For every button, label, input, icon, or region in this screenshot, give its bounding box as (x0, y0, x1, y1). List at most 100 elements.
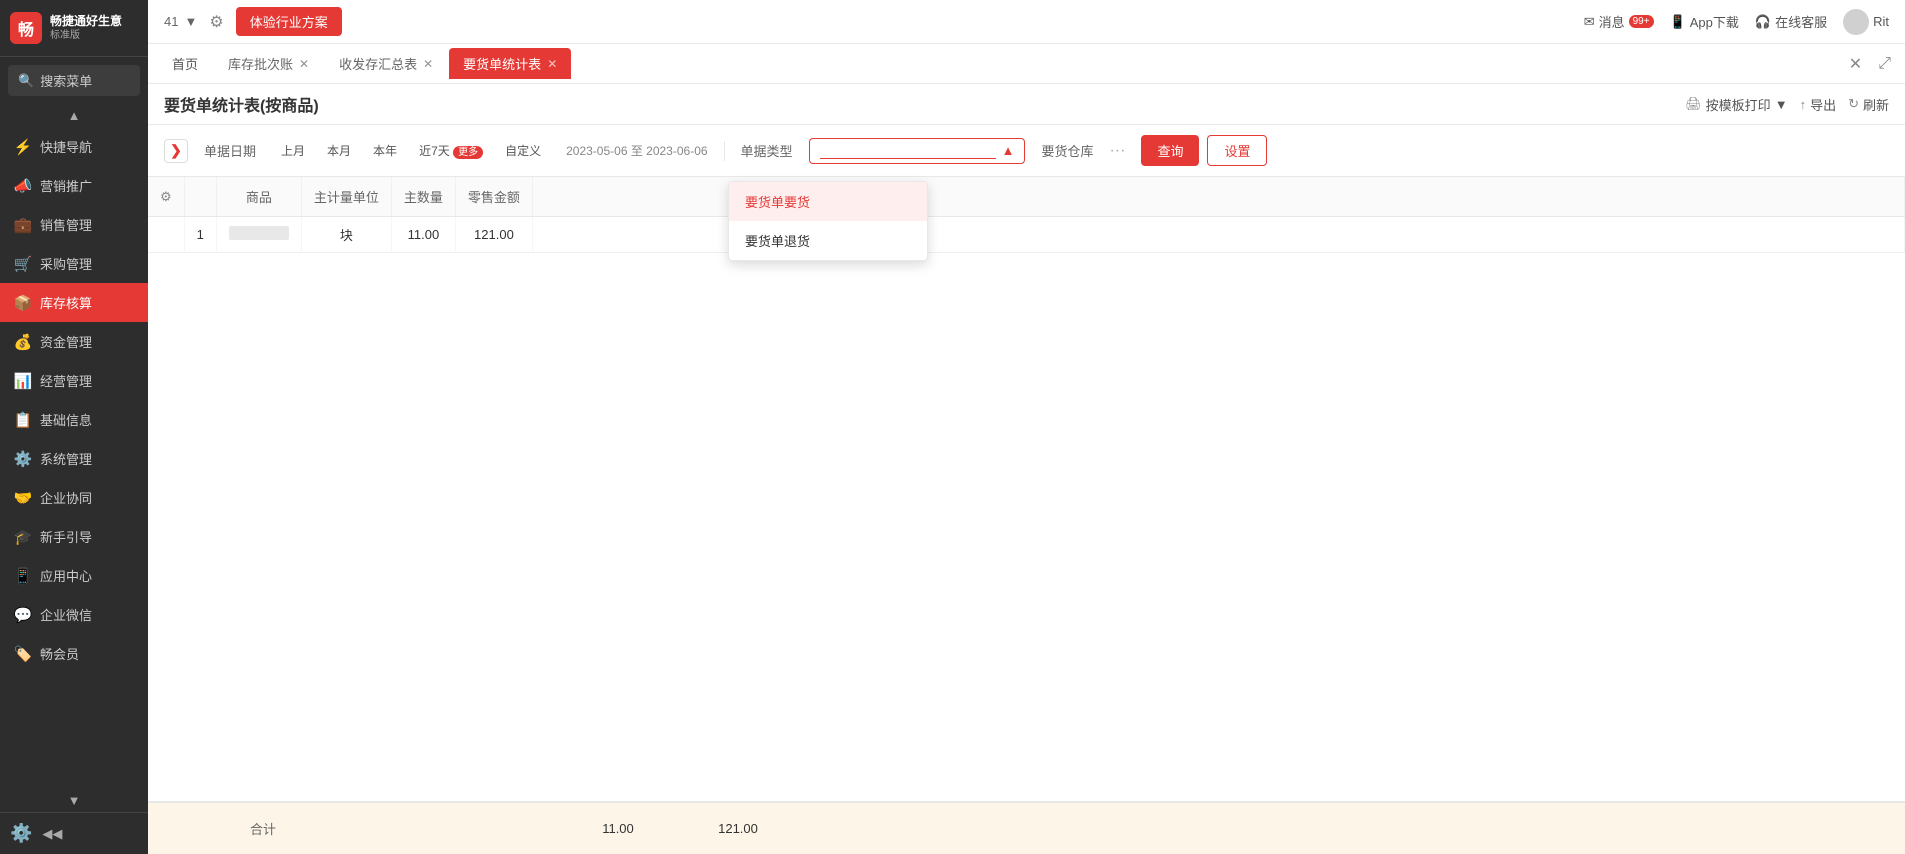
company-dropdown-icon: ▼ (184, 14, 197, 29)
search-menu-label: 搜索菜单 (40, 71, 92, 90)
tab-batch-account-label: 库存批次账 (228, 54, 293, 73)
sidebar-search-area: 🔍 搜索菜单 (0, 57, 148, 104)
col-goods: 商品 (216, 177, 301, 217)
sidebar-item-app-center[interactable]: 📱 应用中心 (0, 556, 148, 595)
sidebar-item-inventory[interactable]: 📦 库存核算 (0, 283, 148, 322)
online-service-label: 在线客服 (1775, 12, 1827, 31)
column-settings-icon[interactable]: ⚙ (160, 189, 172, 204)
app-download-btn[interactable]: 📱 App下载 (1670, 12, 1739, 31)
date-btn-prev[interactable]: 上月 (272, 138, 314, 163)
tab-receivable-summary[interactable]: 收发存汇总表 ✕ (325, 48, 447, 79)
print-icon: 🖨 (1685, 96, 1702, 112)
sidebar-item-marketing[interactable]: 📣 营销推广 (0, 166, 148, 205)
tab-receivable-close[interactable]: ✕ (423, 58, 433, 70)
table-area: ⚙ 商品 主计量单位 主数量 零售金额 1 (148, 177, 1905, 801)
sidebar-item-sales[interactable]: 💼 销售管理 (0, 205, 148, 244)
tab-batch-account-close[interactable]: ✕ (299, 58, 309, 70)
operations-label: 经营管理 (40, 371, 92, 390)
filter-expand-btn[interactable]: ❯ (164, 139, 188, 163)
sidebar-item-wechat[interactable]: 💬 企业微信 (0, 595, 148, 634)
enterprise-label: 企业协同 (40, 488, 92, 507)
enterprise-icon: 🤝 (14, 489, 32, 507)
type-select-input[interactable] (820, 143, 996, 159)
marketing-label: 营销推广 (40, 176, 92, 195)
tab-window-controls: ✕ ⤢ (1845, 50, 1895, 78)
sales-label: 销售管理 (40, 215, 92, 234)
phone-icon: 📱 (1670, 14, 1686, 30)
settings-footer-icon[interactable]: ⚙️ (10, 823, 32, 844)
footer-unit-cell (438, 823, 558, 835)
message-icon: ✉ (1584, 14, 1595, 30)
quick-nav-icon: ⚡ (14, 138, 32, 156)
print-btn[interactable]: 🖨 按模板打印 ▼ (1685, 95, 1787, 114)
sidebar-logo: 畅 畅捷通好生意 标准版 (0, 0, 148, 57)
footer-quantity-cell: 11.00 (558, 815, 678, 842)
export-btn[interactable]: ↑ 导出 (1800, 95, 1837, 114)
dropdown-item-order-goods[interactable]: 要货单要货 (729, 182, 927, 221)
tab-home[interactable]: 首页 (158, 48, 212, 79)
refresh-btn[interactable]: ↻ 刷新 (1848, 95, 1889, 114)
page-title: 要货单统计表(按商品) (164, 92, 319, 116)
search-menu-button[interactable]: 🔍 搜索菜单 (8, 65, 140, 96)
trial-btn[interactable]: 体验行业方案 (236, 7, 342, 36)
messages-btn[interactable]: ✉ 消息 99+ (1584, 12, 1654, 31)
dropdown-item-order-return[interactable]: 要货单退货 (729, 221, 927, 260)
avatar (1843, 9, 1869, 35)
sidebar-item-enterprise[interactable]: 🤝 企业协同 (0, 478, 148, 517)
header-left: 41 ▼ ⚙ 体验行业方案 (164, 7, 342, 36)
collapse-sidebar-btn[interactable]: ◀◀ (42, 826, 62, 842)
company-num-label: 41 (164, 14, 178, 29)
toolbar-actions: 🖨 按模板打印 ▼ ↑ 导出 ↻ 刷新 (1685, 95, 1889, 114)
tab-order-summary[interactable]: 要货单统计表 ✕ (449, 48, 571, 79)
row-unit: 块 (301, 217, 391, 253)
row-goods (216, 217, 301, 253)
date-btn-custom[interactable]: 自定义 (496, 138, 550, 163)
online-service-btn[interactable]: 🎧 在线客服 (1755, 12, 1827, 31)
search-icon: 🔍 (18, 73, 34, 89)
tab-maximize-btn[interactable]: ⤢ (1874, 51, 1895, 77)
sidebar-item-purchase[interactable]: 🛒 采购管理 (0, 244, 148, 283)
date-btn-year[interactable]: 本年 (364, 138, 406, 163)
footer-total-amount: 121.00 (718, 821, 758, 836)
header-settings-btn[interactable]: ⚙ (209, 12, 223, 32)
sidebar-item-system[interactable]: ⚙️ 系统管理 (0, 439, 148, 478)
type-select[interactable]: ▲ (809, 138, 1026, 164)
date-btns: 上月 本月 本年 近7天 更多 自定义 (272, 138, 550, 163)
print-dropdown-icon: ▼ (1775, 97, 1788, 112)
filter-more-btn[interactable]: ··· (1109, 142, 1125, 160)
tab-batch-account[interactable]: 库存批次账 ✕ (214, 48, 323, 79)
col-settings: ⚙ (148, 177, 184, 217)
table-footer: 合计 11.00 121.00 (148, 801, 1905, 854)
footer-amount-cell: 121.00 (678, 815, 798, 842)
messages-badge: 99+ (1629, 15, 1654, 28)
sidebar-item-member[interactable]: 🏷️ 畅会员 (0, 634, 148, 673)
sidebar-scroll-down[interactable]: ▼ (0, 789, 148, 812)
print-label: 按模板打印 (1706, 95, 1771, 114)
sidebar-item-operations[interactable]: 📊 经营管理 (0, 361, 148, 400)
member-label: 畅会员 (40, 644, 79, 663)
sidebar-item-basic-info[interactable]: 📋 基础信息 (0, 400, 148, 439)
row-settings (148, 217, 184, 253)
purchase-label: 采购管理 (40, 254, 92, 273)
blurred-goods (229, 226, 289, 240)
logo-icon: 畅 (10, 12, 42, 44)
page-toolbar: 要货单统计表(按商品) 🖨 按模板打印 ▼ ↑ 导出 ↻ 刷新 (148, 84, 1905, 125)
company-selector[interactable]: 41 ▼ (164, 14, 197, 29)
tab-close-all-btn[interactable]: ✕ (1845, 50, 1866, 78)
inventory-icon: 📦 (14, 294, 32, 312)
type-select-arrow-icon: ▲ (1002, 143, 1015, 158)
sidebar-scroll-up[interactable]: ▲ (0, 104, 148, 127)
user-area[interactable]: Rit (1843, 9, 1889, 35)
sidebar-item-quick-nav[interactable]: ⚡ 快捷导航 (0, 127, 148, 166)
query-button[interactable]: 查询 (1141, 135, 1199, 166)
basic-info-label: 基础信息 (40, 410, 92, 429)
tab-order-summary-close[interactable]: ✕ (547, 58, 557, 70)
sidebar-item-finance[interactable]: 💰 资金管理 (0, 322, 148, 361)
app-download-label: App下载 (1690, 12, 1739, 31)
date-btn-current[interactable]: 本月 (318, 138, 360, 163)
marketing-icon: 📣 (14, 177, 32, 195)
filter-settings-button[interactable]: 设置 (1207, 135, 1267, 166)
sidebar-item-guide[interactable]: 🎓 新手引导 (0, 517, 148, 556)
type-filter-label: 单据类型 (741, 141, 793, 160)
date-btn-week7[interactable]: 近7天 更多 (410, 138, 492, 163)
